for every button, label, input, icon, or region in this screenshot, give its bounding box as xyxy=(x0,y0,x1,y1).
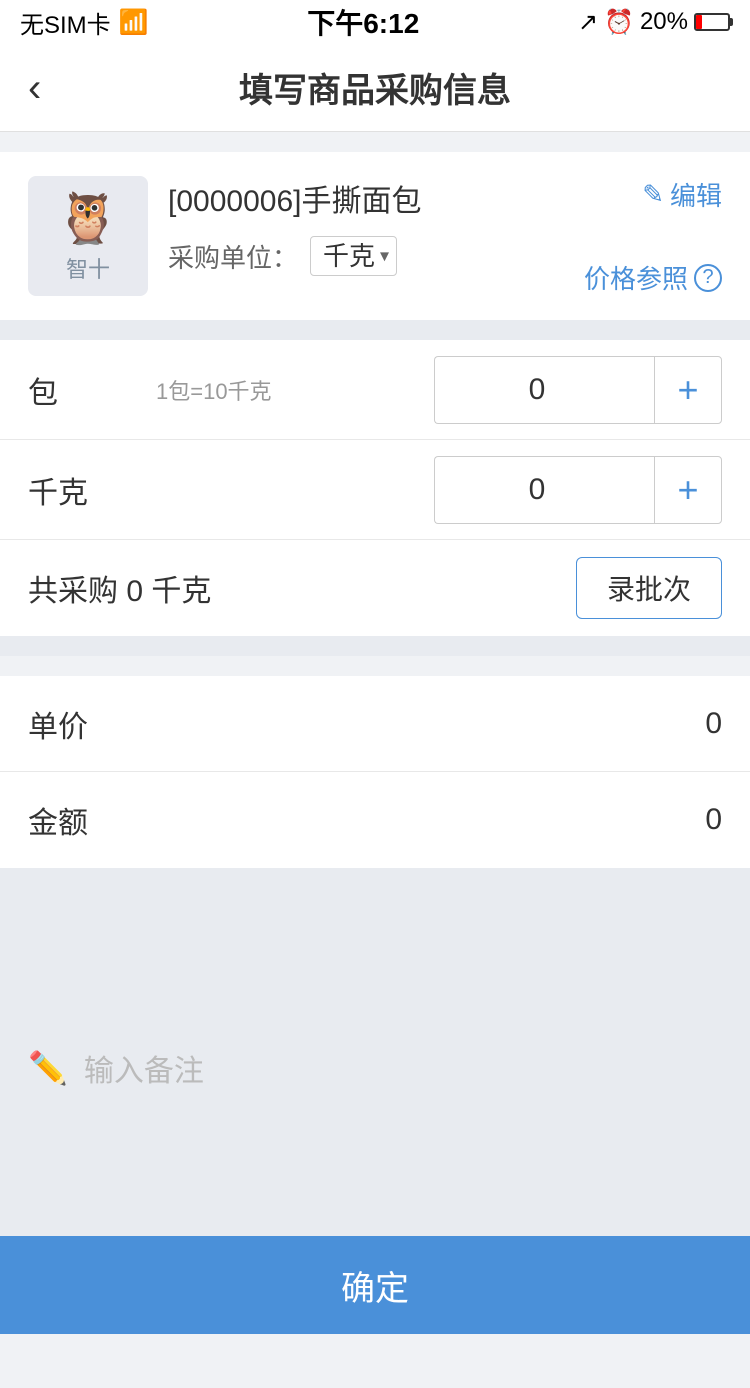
summary-row: 共采购 0 千克 录批次 xyxy=(0,540,750,636)
summary-prefix: 共采购 xyxy=(28,575,118,608)
kg-plus-button[interactable]: + xyxy=(654,456,722,524)
product-name: [0000006]手撕面包 xyxy=(168,176,722,220)
summary-amount: 0 xyxy=(126,575,143,608)
carrier-label: 无SIM卡 xyxy=(20,5,111,40)
alarm-icon: ⏰ xyxy=(604,8,634,37)
unit-select[interactable]: 千克 xyxy=(310,236,397,276)
page-title: 填写商品采购信息 xyxy=(239,63,511,112)
product-thumb-text: 智十 xyxy=(66,252,110,284)
notes-placeholder: 输入备注 xyxy=(84,1046,204,1090)
amount-row: 金额 0 xyxy=(0,772,750,868)
section-divider-2 xyxy=(0,636,750,656)
unit-price-row: 单价 0 xyxy=(0,676,750,772)
unit-label: 采购单位： xyxy=(168,238,298,275)
price-ref-button[interactable]: 价格参照 ? xyxy=(584,259,722,296)
edit-icon: ✎ xyxy=(642,179,664,210)
bag-input-row: 包 1包=10千克 + xyxy=(0,340,750,440)
product-thumb-owl: 🦉 xyxy=(57,189,119,248)
unit-price-value: 0 xyxy=(705,707,722,741)
status-left: 无SIM卡 📶 xyxy=(20,5,149,40)
pencil-icon: ✏️ xyxy=(28,1049,68,1087)
summary-unit: 千克 xyxy=(151,575,211,608)
bag-sublabel: 1包=10千克 xyxy=(156,374,272,406)
nav-bar: ‹ 填写商品采购信息 xyxy=(0,44,750,132)
battery-percent: 20% xyxy=(640,8,688,36)
summary-text: 共采购 0 千克 xyxy=(28,566,211,610)
unit-price-label: 单价 xyxy=(28,702,88,746)
price-section: 单价 0 金额 0 xyxy=(0,676,750,868)
status-bar: 无SIM卡 📶 下午6:12 ↗ ⏰ 20% xyxy=(0,0,750,44)
amount-label: 金额 xyxy=(28,798,88,842)
kg-input-row: 千克 + xyxy=(0,440,750,540)
bag-quantity-input[interactable] xyxy=(434,356,654,424)
edit-button[interactable]: ✎ 编辑 xyxy=(642,176,722,213)
price-ref-label: 价格参照 xyxy=(584,259,688,296)
help-icon: ? xyxy=(694,264,722,292)
section-divider-1 xyxy=(0,320,750,340)
kg-label: 千克 xyxy=(28,468,148,512)
notes-section[interactable]: ✏️ 输入备注 xyxy=(0,868,750,1268)
bag-input-right: + xyxy=(434,356,722,424)
bag-plus-button[interactable]: + xyxy=(654,356,722,424)
status-right: ↗ ⏰ 20% xyxy=(578,8,730,37)
kg-input-right: + xyxy=(434,456,722,524)
unit-select-wrap[interactable]: 千克 xyxy=(310,236,397,276)
back-button[interactable]: ‹ xyxy=(28,68,41,108)
amount-value: 0 xyxy=(705,803,722,837)
battery-indicator xyxy=(694,13,730,31)
bag-label: 包 xyxy=(28,368,148,412)
product-thumbnail: 🦉 智十 xyxy=(28,176,148,296)
edit-label: 编辑 xyxy=(670,176,722,213)
status-time: 下午6:12 xyxy=(307,2,419,42)
location-icon: ↗ xyxy=(578,8,598,37)
confirm-button[interactable]: 确定 xyxy=(0,1236,750,1334)
product-card: 🦉 智十 [0000006]手撕面包 采购单位： 千克 ✎ 编辑 价格参照 ? xyxy=(0,152,750,320)
input-section: 包 1包=10千克 + 千克 + xyxy=(0,340,750,540)
record-batch-button[interactable]: 录批次 xyxy=(576,557,722,619)
kg-quantity-input[interactable] xyxy=(434,456,654,524)
wifi-icon: 📶 xyxy=(119,8,149,37)
